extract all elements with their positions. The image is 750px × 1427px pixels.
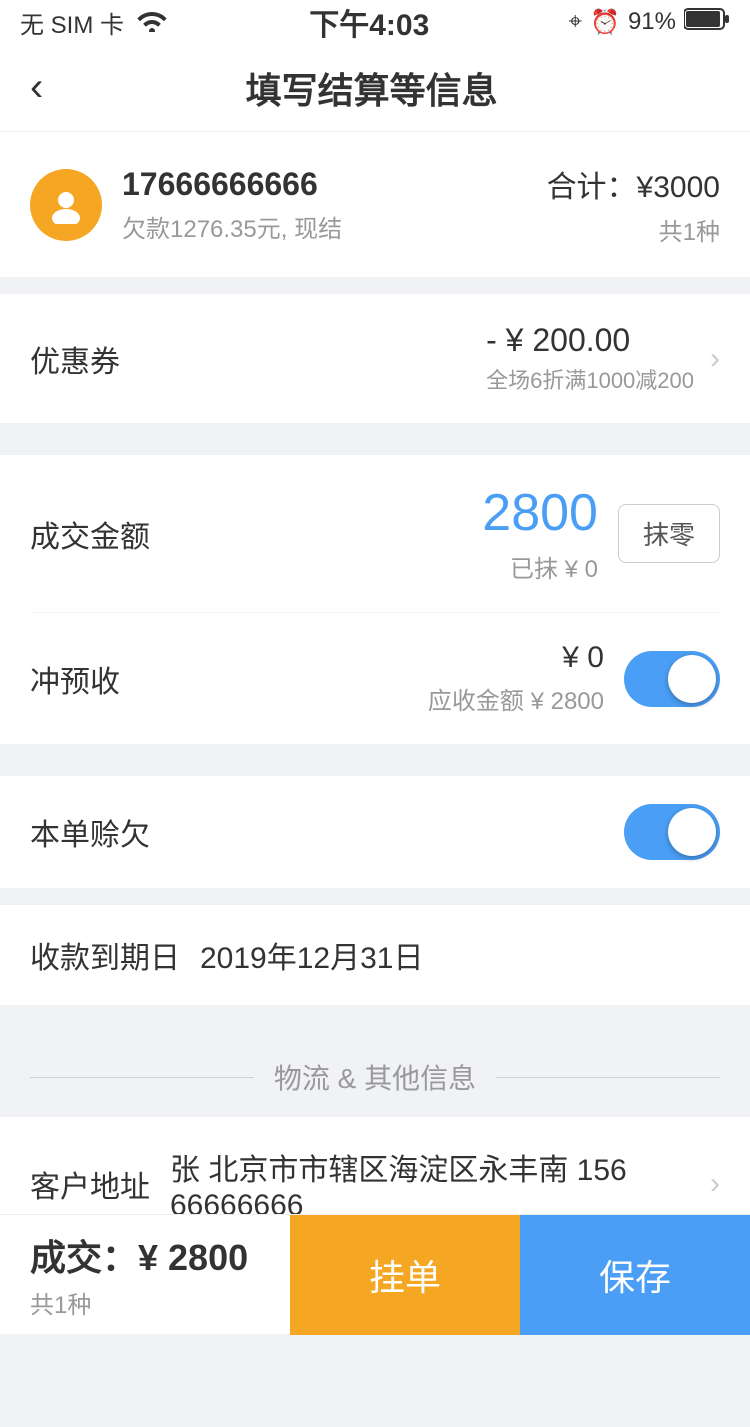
due-date-value: 2019年12月31日: [200, 933, 423, 977]
status-right: ⌖ ⏰ 91%: [569, 6, 730, 39]
user-left: 17666666666 欠款1276.35元, 现结: [30, 166, 342, 244]
toggle-knob: [668, 655, 716, 703]
deal-section: 成交金额 2800 已抹 ¥ 0 抹零 冲预收 ¥ 0 应收金额 ¥ 2800: [0, 455, 750, 744]
user-subtitle: 欠款1276.35元, 现结: [122, 209, 342, 244]
logistics-section: 物流 & 其他信息: [0, 1037, 750, 1117]
round-button[interactable]: 抹零: [618, 504, 720, 563]
credit-label: 本单赊欠: [30, 810, 150, 854]
back-button[interactable]: ‹: [30, 65, 43, 110]
wifi-icon: [134, 6, 170, 39]
section-divider-1: [0, 439, 750, 455]
prepay-row: 冲预收 ¥ 0 应收金额 ¥ 2800: [30, 613, 720, 744]
deal-amount-label: 成交金额: [30, 512, 150, 556]
footer-deal-amount: ¥ 2800: [138, 1237, 248, 1278]
logistics-label: 物流 & 其他信息: [274, 1057, 476, 1097]
credit-toggle[interactable]: [624, 804, 720, 860]
section-divider-2: [0, 760, 750, 776]
item-count: 共1种: [547, 212, 720, 247]
due-date-row: 收款到期日 2019年12月31日: [0, 904, 750, 1005]
sep-line-left: [30, 1077, 254, 1078]
battery-label: 91%: [628, 8, 676, 36]
coupon-chevron: ›: [710, 342, 720, 376]
prepay-label: 冲预收: [30, 657, 120, 701]
nav-bar: ‹ 填写结算等信息: [0, 44, 750, 132]
user-info: 17666666666 欠款1276.35元, 现结: [122, 166, 342, 244]
battery-icon: [684, 6, 730, 39]
coupon-desc: 全场6折满1000减200: [486, 363, 694, 395]
footer-deal: 成交：¥ 2800: [30, 1229, 260, 1281]
deal-right: 2800 已抹 ¥ 0 抹零: [482, 483, 720, 584]
user-total: 合计：¥3000 共1种: [547, 162, 720, 247]
total-amount: 合计：¥3000: [547, 162, 720, 206]
location-icon: ⌖: [569, 8, 583, 36]
prepay-toggle[interactable]: [624, 651, 720, 707]
save-button[interactable]: 保存: [520, 1215, 750, 1335]
status-time: 下午4:03: [309, 0, 429, 44]
alarm-icon: ⏰: [590, 8, 620, 37]
deal-amount-value: 2800: [482, 483, 598, 543]
credit-row: 本单赊欠: [0, 776, 750, 888]
avatar: [30, 169, 102, 241]
footer: 成交：¥ 2800 共1种 挂单 保存: [0, 1214, 750, 1334]
sim-label: 无 SIM 卡: [20, 5, 124, 40]
page-title: 填写结算等信息: [63, 62, 680, 114]
credit-toggle-knob: [668, 808, 716, 856]
address-chevron: ›: [710, 1167, 720, 1201]
status-bar: 无 SIM 卡 下午4:03 ⌖ ⏰ 91%: [0, 0, 750, 44]
user-card: 17666666666 欠款1276.35元, 现结 合计：¥3000 共1种: [0, 132, 750, 277]
prepay-amount: ¥ 0: [428, 641, 604, 675]
user-phone: 17666666666: [122, 166, 342, 203]
pending-button[interactable]: 挂单: [290, 1215, 520, 1335]
prepay-sub: 应收金额 ¥ 2800: [428, 681, 604, 716]
sep-line-right: [496, 1077, 720, 1078]
due-date-label: 收款到期日: [30, 933, 180, 977]
footer-deal-label: 成交：: [30, 1237, 138, 1278]
section-divider-3: [0, 1021, 750, 1037]
footer-info: 成交：¥ 2800 共1种: [0, 1229, 290, 1320]
erased-label: 已抹 ¥ 0: [482, 549, 598, 584]
coupon-amount: - ¥ 200.00: [486, 322, 694, 359]
footer-count: 共1种: [30, 1285, 260, 1320]
address-label: 客户地址: [30, 1162, 150, 1206]
coupon-row[interactable]: 优惠券 - ¥ 200.00 全场6折满1000减200 ›: [0, 293, 750, 423]
address-value: 张 北京市市辖区海淀区永丰南 156 66666666: [170, 1145, 702, 1223]
coupon-label: 优惠券: [30, 337, 120, 381]
deal-amount-row: 成交金额 2800 已抹 ¥ 0 抹零: [30, 455, 720, 613]
status-left: 无 SIM 卡: [20, 5, 170, 40]
